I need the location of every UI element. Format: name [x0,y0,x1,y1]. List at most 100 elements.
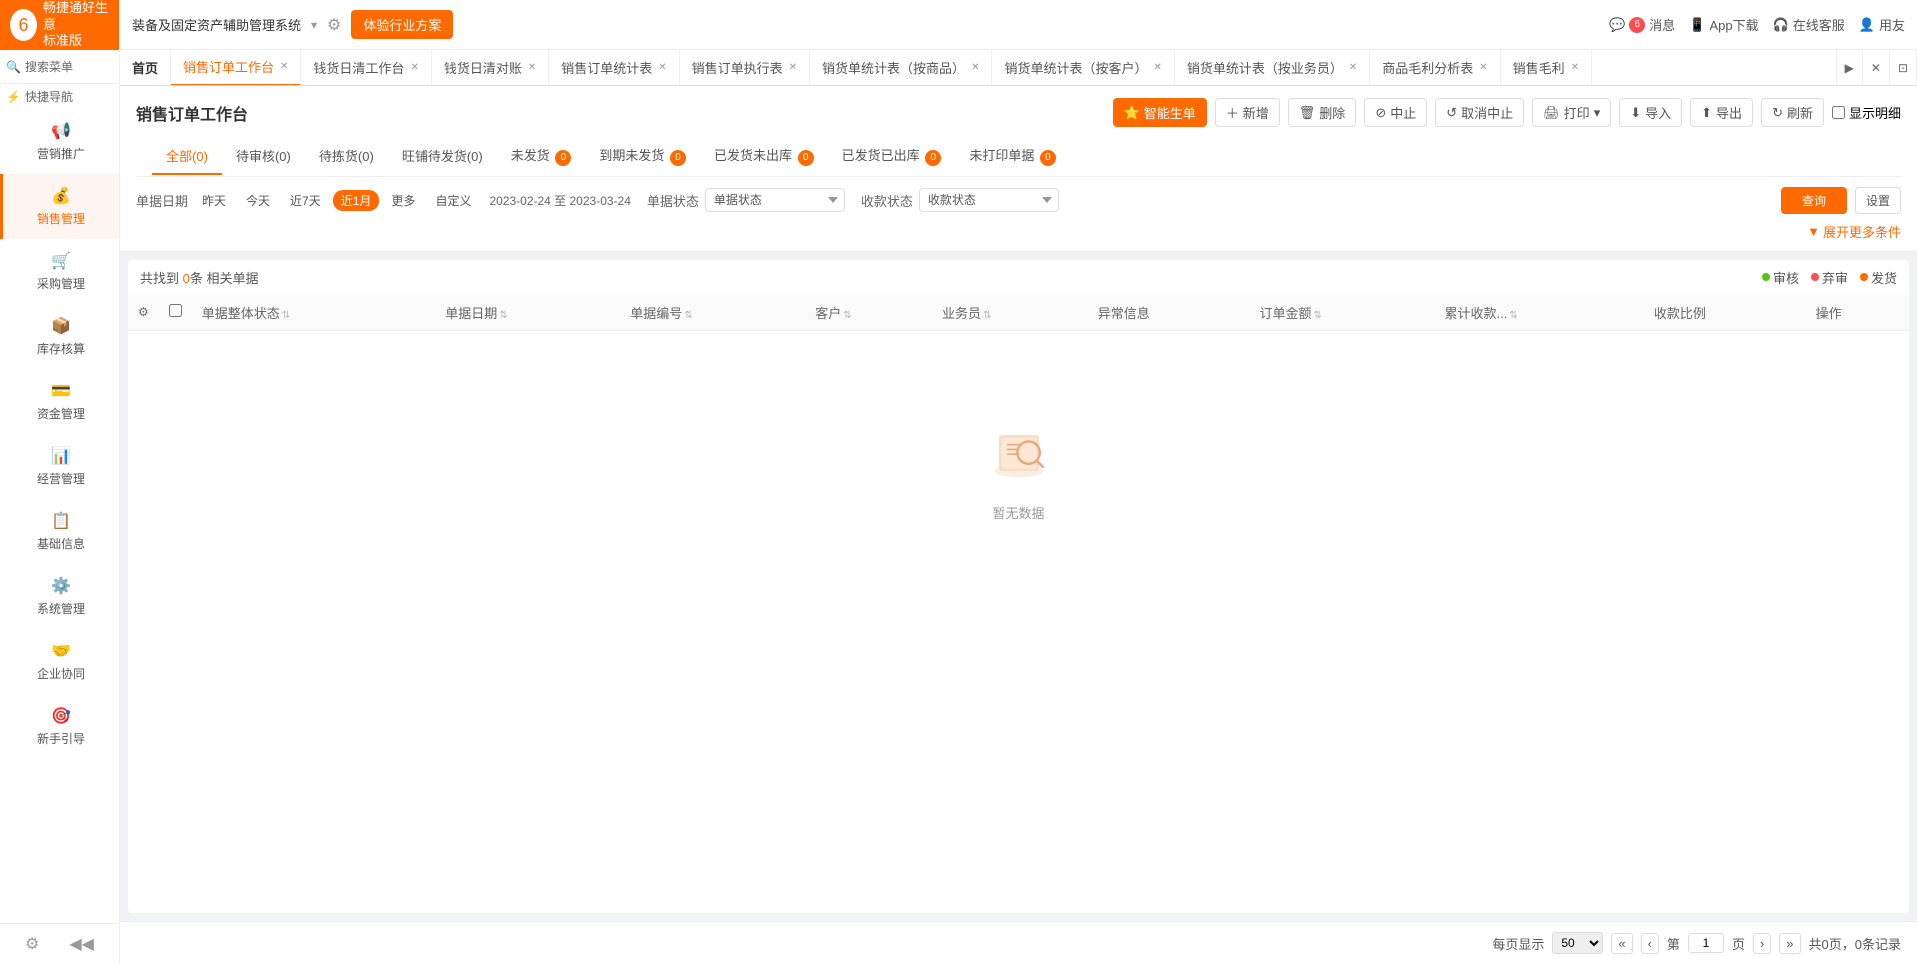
sidebar-item-marketing[interactable]: 📢 营销推广 [0,109,119,174]
subtab-pending-pickup[interactable]: 待拣货(0) [305,138,388,175]
quick-nav[interactable]: ⚡ 快捷导航 [0,84,119,109]
tab-close-cash-reconcile[interactable]: ✕ [528,62,536,73]
table-scroll-container[interactable]: ⚙ 单据整体状态⇅ 单据日期⇅ 单据编号⇅ 客户⇅ 业务员⇅ 异常信息 订单金额… [128,295,1909,602]
tab-scroll-right[interactable]: ▶ [1837,50,1863,86]
subtab-overdue-not-shipped[interactable]: 到期未发货 0 [585,137,700,176]
tab-close-sales-stats[interactable]: ✕ [658,62,666,73]
tab-gross-profit[interactable]: 商品毛利分析表 ✕ [1370,50,1500,86]
page-first-btn[interactable]: « [1611,933,1632,954]
export-btn[interactable]: ⬆ 导出 [1690,98,1753,127]
audit-action[interactable]: 审核 [1762,268,1799,287]
topbar-settings-icon[interactable]: ⚙ [327,15,341,35]
filter-dates: 昨天 今天 近7天 近1月 更多 自定义 [194,190,479,211]
sort-customer[interactable]: ⇅ [843,310,851,321]
sort-status[interactable]: ⇅ [282,310,290,321]
sidebar-item-finance[interactable]: 💳 资金管理 [0,369,119,434]
sidebar-item-cooperation[interactable]: 🤝 企业协同 [0,629,119,694]
tab-close-gross-profit[interactable]: ✕ [1479,62,1487,73]
stop-btn[interactable]: ⊘ 中止 [1364,98,1427,127]
page-size-select[interactable]: 20 50 100 [1552,932,1603,954]
cancel-audit-action[interactable]: 弃审 [1811,268,1848,287]
tab-close-summary-customer[interactable]: ✕ [1153,62,1161,73]
smart-create-btn[interactable]: ⭐ 智能生单 [1113,98,1207,127]
tab-cash-reconcile[interactable]: 钱货日清对账 ✕ [432,50,549,86]
sort-date[interactable]: ⇅ [499,310,507,321]
sidebar-item-inventory[interactable]: 📦 库存核算 [0,304,119,369]
sidebar-item-system[interactable]: ⚙️ 系统管理 [0,564,119,629]
payment-select[interactable]: 收款状态 [919,188,1059,212]
tab-close-sales-profit[interactable]: ✕ [1571,62,1579,73]
tab-sales-summary-customer[interactable]: 销货单统计表（按客户） ✕ [992,50,1174,86]
date-btn-custom[interactable]: 自定义 [427,190,479,211]
page-prev-btn[interactable]: ‹ [1641,933,1659,954]
subtab-all[interactable]: 全部(0) [152,138,222,175]
tab-sales-workbench[interactable]: 销售订单工作台 ✕ [171,50,301,86]
tab-home[interactable]: 首页 [120,50,171,86]
date-btn-7days[interactable]: 近7天 [282,190,329,211]
add-btn[interactable]: ＋ 新增 [1215,98,1280,127]
date-btn-1month[interactable]: 近1月 [333,190,380,211]
tab-cash-daily[interactable]: 钱货日清工作台 ✕ [301,50,431,86]
cancel-stop-btn[interactable]: ↺ 取消中止 [1435,98,1524,127]
subtab-pending-review[interactable]: 待审核(0) [222,138,305,175]
topbar-dropdown-icon[interactable]: ▾ [311,18,317,32]
date-btn-yesterday[interactable]: 昨天 [194,190,234,211]
print-btn[interactable]: 🖨 打印 ▾ [1532,98,1611,127]
import-btn[interactable]: ⬇ 导入 [1619,98,1682,127]
user-btn[interactable]: 👤 用友 [1859,15,1905,34]
subtab-not-printed[interactable]: 未打印单据 0 [955,137,1070,176]
delete-btn[interactable]: 🗑 删除 [1288,98,1357,127]
page-next-btn[interactable]: › [1753,933,1771,954]
sort-number[interactable]: ⇅ [684,310,692,321]
sidebar-search[interactable]: 🔍 搜索菜单 [0,50,119,84]
page-number-input[interactable] [1688,933,1724,953]
filter-settings-btn[interactable]: 设置 [1855,187,1901,214]
message-icon: 💬 [1609,17,1625,33]
export-icon: ⬆ [1701,105,1712,121]
query-btn[interactable]: 查询 [1781,187,1847,214]
tab-sales-summary-staff[interactable]: 销货单统计表（按业务员） ✕ [1175,50,1370,86]
tab-maximize[interactable]: ⊡ [1890,50,1917,86]
industry-solution-btn[interactable]: 体验行业方案 [351,10,453,39]
refresh-btn[interactable]: ↻ 刷新 [1761,98,1824,127]
show-detail-checkbox-label[interactable]: 显示明细 [1832,103,1901,122]
show-detail-checkbox[interactable] [1832,106,1845,119]
tab-close-sales-workbench[interactable]: ✕ [280,61,288,72]
sort-staff[interactable]: ⇅ [983,310,991,321]
date-btn-today[interactable]: 今天 [238,190,278,211]
tab-close-sales-exec[interactable]: ✕ [789,62,797,73]
subtab-shipped-not-stored[interactable]: 已发货未出库 0 [700,137,828,176]
tab-sales-profit[interactable]: 销售毛利 ✕ [1501,50,1592,86]
subtab-shipped-stored[interactable]: 已发货已出库 0 [828,137,956,176]
sales-icon: 💰 [51,186,71,206]
tab-sales-summary-product[interactable]: 销货单统计表（按商品） ✕ [810,50,992,86]
sidebar-item-purchase[interactable]: 🛒 采购管理 [0,239,119,304]
th-settings[interactable]: ⚙ [128,295,159,331]
th-checkbox[interactable] [159,295,192,331]
sidebar-item-basic-info[interactable]: 📋 基础信息 [0,499,119,564]
settings-bottom-icon[interactable]: ⚙ [25,934,39,954]
subtab-wangpu-pending[interactable]: 旺铺待发货(0) [388,138,497,175]
page-last-btn[interactable]: » [1779,933,1800,954]
status-select[interactable]: 单据状态 [705,188,845,212]
app-download-btn[interactable]: 📱 App下载 [1689,15,1758,34]
tab-close-summary-staff[interactable]: ✕ [1349,62,1357,73]
tab-close-all[interactable]: ✕ [1863,50,1890,86]
sidebar-item-guide[interactable]: 🎯 新手引导 [0,694,119,759]
select-all-checkbox[interactable] [169,304,182,317]
online-service-btn[interactable]: 🎧 在线客服 [1773,15,1845,34]
sidebar-item-operations[interactable]: 📊 经营管理 [0,434,119,499]
ship-action[interactable]: 发货 [1860,268,1897,287]
messages-btn[interactable]: 💬 6 消息 [1609,15,1675,34]
expand-btn[interactable]: ▼ 展开更多条件 [1807,222,1901,241]
subtab-not-shipped[interactable]: 未发货 0 [497,137,586,176]
sort-received[interactable]: ⇅ [1509,310,1517,321]
sort-amount[interactable]: ⇅ [1314,310,1322,321]
tab-close-cash-daily[interactable]: ✕ [410,62,418,73]
tab-close-summary-product[interactable]: ✕ [971,62,979,73]
date-btn-more[interactable]: 更多 [383,190,423,211]
collapse-icon[interactable]: ◀◀ [69,934,94,954]
sidebar-item-sales[interactable]: 💰 销售管理 [0,174,119,239]
tab-sales-exec[interactable]: 销售订单执行表 ✕ [680,50,810,86]
tab-sales-stats[interactable]: 销售订单统计表 ✕ [549,50,679,86]
